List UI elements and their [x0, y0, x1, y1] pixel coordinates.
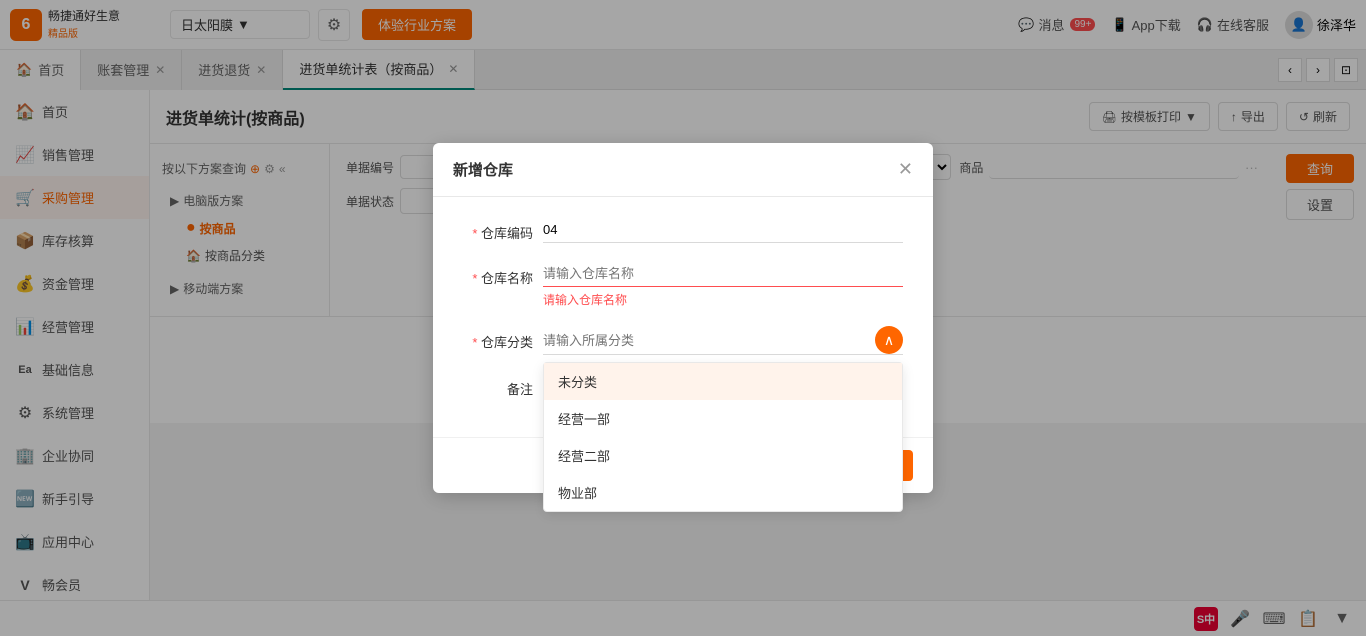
new-warehouse-modal: 新增仓库 ✕ 仓库编码 仓库名称 请输入仓库名称 仓库分类: [433, 143, 933, 493]
dropdown-item-0[interactable]: 未分类: [544, 363, 902, 400]
dropdown-item-1[interactable]: 经营一部: [544, 400, 902, 437]
form-row-name: 仓库名称 请输入仓库名称: [463, 261, 903, 308]
category-wrapper: ∧ 未分类 经营一部 经营二部 物业部: [543, 326, 903, 355]
category-input[interactable]: [543, 328, 875, 353]
form-row-code: 仓库编码: [463, 217, 903, 243]
modal-header: 新增仓库 ✕: [433, 143, 933, 197]
form-label-name: 仓库名称: [463, 262, 533, 287]
modal-title: 新增仓库: [453, 159, 513, 180]
name-error-msg: 请输入仓库名称: [543, 291, 627, 308]
form-label-note: 备注: [463, 373, 533, 398]
form-input-code[interactable]: [543, 217, 903, 243]
form-label-code: 仓库编码: [463, 217, 533, 242]
form-input-name[interactable]: [543, 261, 903, 287]
category-dropdown: 未分类 经营一部 经营二部 物业部: [543, 362, 903, 512]
form-row-category: 仓库分类 ∧ 未分类 经营一部: [463, 326, 903, 355]
modal-overlay: 新增仓库 ✕ 仓库编码 仓库名称 请输入仓库名称 仓库分类: [0, 0, 1366, 636]
dropdown-item-2[interactable]: 经营二部: [544, 437, 902, 474]
modal-close-button[interactable]: ✕: [898, 159, 913, 180]
dropdown-item-3[interactable]: 物业部: [544, 474, 902, 511]
category-toggle-button[interactable]: ∧: [875, 326, 903, 354]
modal-body: 仓库编码 仓库名称 请输入仓库名称 仓库分类 ∧: [433, 197, 933, 437]
form-label-category: 仓库分类: [463, 326, 533, 351]
